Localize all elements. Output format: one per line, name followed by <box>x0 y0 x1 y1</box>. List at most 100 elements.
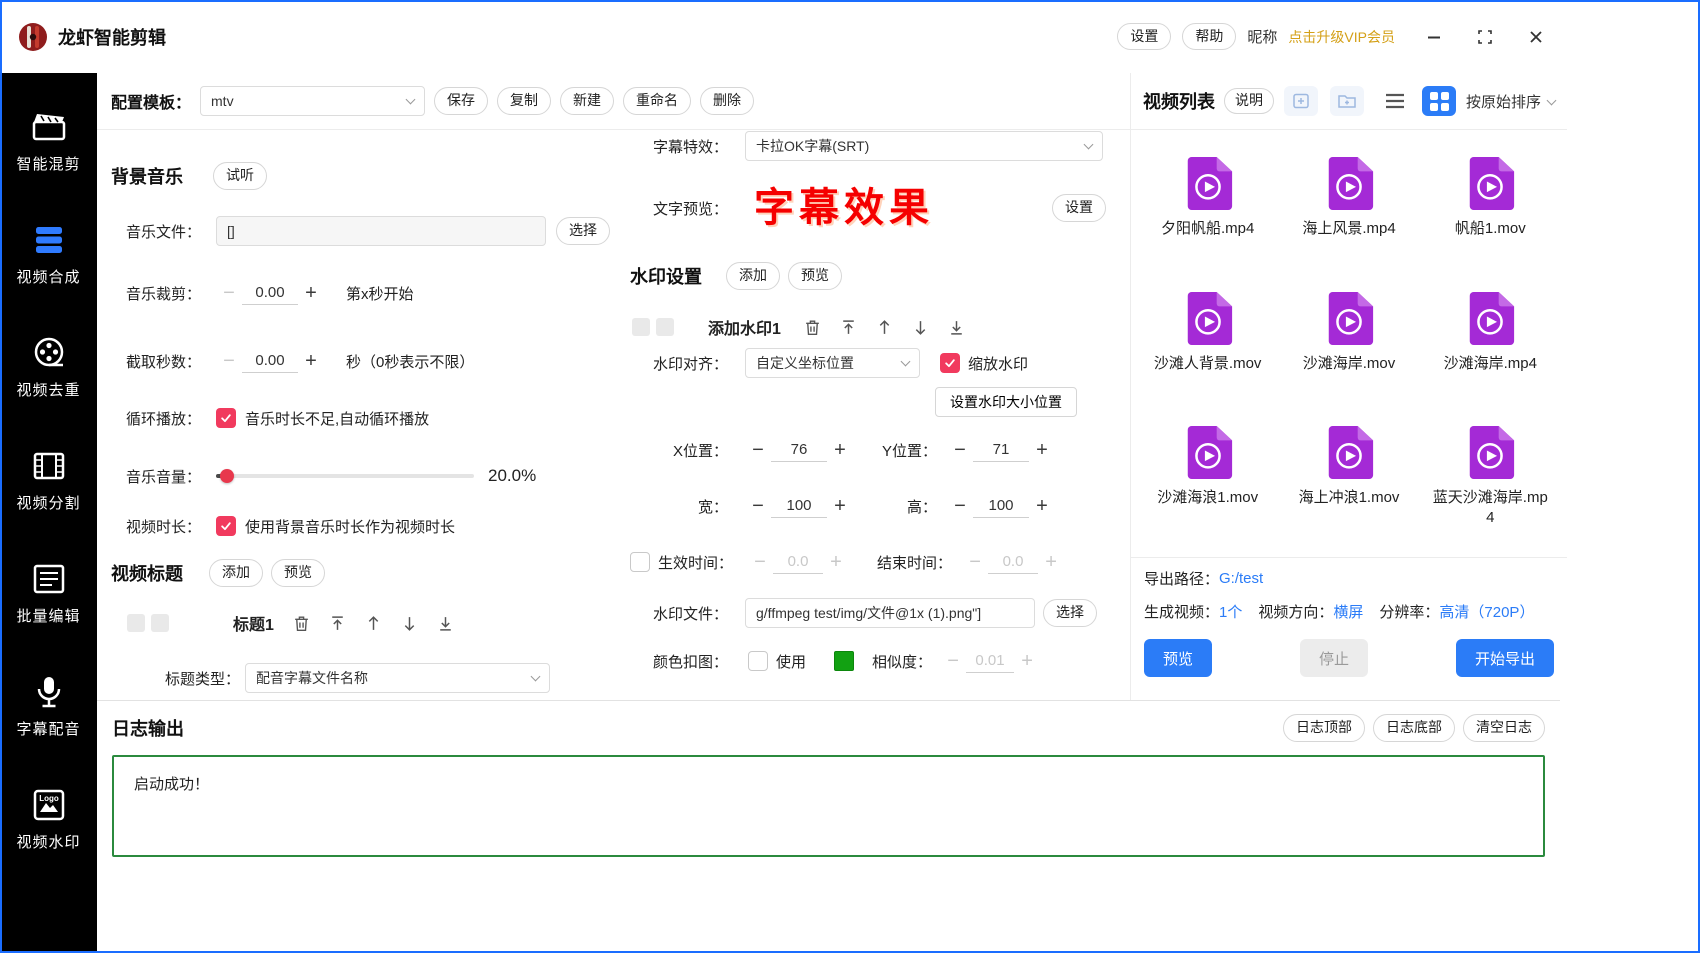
nickname-label[interactable]: 昵称 <box>1247 26 1277 47</box>
width-value[interactable]: 100 <box>771 494 827 518</box>
sidebar-item-video-compose[interactable]: 视频合成 <box>0 198 97 311</box>
music-crop-value[interactable]: 0.00 <box>242 281 298 305</box>
chroma-color-swatch[interactable] <box>834 651 855 671</box>
video-item[interactable]: 沙滩海岸.mp4 <box>1420 291 1561 374</box>
similarity-value[interactable]: 0.01 <box>966 649 1015 673</box>
video-duration-checkbox[interactable] <box>216 516 236 536</box>
maximize-button[interactable] <box>1473 25 1497 49</box>
grid-view-button[interactable] <box>1422 86 1456 116</box>
add-title-button[interactable]: 添加 <box>209 559 263 587</box>
increment-button[interactable]: + <box>1014 651 1040 671</box>
close-button[interactable] <box>1524 25 1548 49</box>
watermark-file-select-button[interactable]: 选择 <box>1043 599 1097 627</box>
rename-template-button[interactable]: 重命名 <box>623 87 692 115</box>
increment-button[interactable]: + <box>1029 440 1055 460</box>
preview-title-button[interactable]: 预览 <box>271 559 325 587</box>
increment-button[interactable]: + <box>1038 552 1064 572</box>
resolution-value[interactable]: 高清（720P） <box>1439 601 1534 622</box>
list-view-button[interactable] <box>1378 86 1412 116</box>
log-output-box[interactable]: 启动成功！ <box>112 754 1545 857</box>
watermark-file-input[interactable]: g/ffmpeg test/img/文件@1x (1).png"] <box>745 598 1035 628</box>
x-position-value[interactable]: 76 <box>771 438 827 462</box>
sidebar-item-video-dedupe[interactable]: 视频去重 <box>0 311 97 424</box>
move-to-top-icon[interactable] <box>328 614 347 633</box>
stop-button[interactable]: 停止 <box>1299 639 1368 677</box>
delete-item-icon[interactable] <box>803 318 822 337</box>
decrement-button[interactable]: − <box>216 283 242 303</box>
music-file-input[interactable]: [] <box>216 216 546 246</box>
scale-watermark-checkbox[interactable] <box>940 353 960 373</box>
volume-slider[interactable] <box>216 469 474 483</box>
move-to-bottom-icon[interactable] <box>436 614 455 633</box>
increment-button[interactable]: + <box>298 283 324 303</box>
generate-count-value[interactable]: 1个 <box>1219 601 1242 622</box>
decrement-button[interactable]: − <box>745 440 771 460</box>
new-template-button[interactable]: 新建 <box>560 87 615 115</box>
video-item[interactable]: 海上风景.mp4 <box>1278 156 1419 239</box>
video-item[interactable]: 夕阳帆船.mp4 <box>1137 156 1278 239</box>
music-file-select-button[interactable]: 选择 <box>556 217 610 245</box>
preview-watermark-button[interactable]: 预览 <box>788 262 842 290</box>
audition-button[interactable]: 试听 <box>213 162 267 190</box>
decrement-button[interactable]: − <box>747 552 773 572</box>
sort-order-select[interactable]: 按原始排序 <box>1466 91 1557 112</box>
loop-play-checkbox[interactable] <box>216 408 236 428</box>
delete-item-icon[interactable] <box>292 614 311 633</box>
move-to-bottom-icon[interactable] <box>947 318 966 337</box>
move-down-icon[interactable] <box>911 318 930 337</box>
delete-template-button[interactable]: 删除 <box>700 87 755 115</box>
save-template-button[interactable]: 保存 <box>434 87 489 115</box>
sidebar-item-batch-edit[interactable]: 批量编辑 <box>0 537 97 650</box>
y-position-value[interactable]: 71 <box>973 438 1029 462</box>
template-select[interactable]: mtv <box>200 86 426 116</box>
cut-seconds-value[interactable]: 0.00 <box>242 349 298 373</box>
increment-button[interactable]: + <box>827 440 853 460</box>
add-video-button[interactable] <box>1284 86 1318 116</box>
sidebar-item-video-watermark[interactable]: Logo 视频水印 <box>0 763 97 876</box>
log-top-button[interactable]: 日志顶部 <box>1283 714 1365 742</box>
decrement-button[interactable]: − <box>745 496 771 516</box>
video-item[interactable]: 沙滩人背景.mov <box>1137 291 1278 374</box>
sidebar-item-video-split[interactable]: 视频分割 <box>0 424 97 537</box>
sidebar-item-subtitle-dub[interactable]: 字幕配音 <box>0 650 97 763</box>
sidebar-item-smart-mix[interactable]: 智能混剪 <box>0 85 97 198</box>
add-folder-button[interactable] <box>1330 86 1364 116</box>
decrement-button[interactable]: − <box>962 552 988 572</box>
watermark-size-position-button[interactable]: 设置水印大小位置 <box>935 387 1077 417</box>
video-item[interactable]: 海上冲浪1.mov <box>1278 425 1419 527</box>
copy-template-button[interactable]: 复制 <box>497 87 552 115</box>
move-down-icon[interactable] <box>400 614 419 633</box>
video-list-info-button[interactable]: 说明 <box>1224 88 1274 114</box>
increment-button[interactable]: + <box>1029 496 1055 516</box>
effective-time-value[interactable]: 0.0 <box>773 550 824 574</box>
decrement-button[interactable]: − <box>940 651 966 671</box>
decrement-button[interactable]: − <box>947 440 973 460</box>
video-item[interactable]: 帆船1.mov <box>1420 156 1561 239</box>
end-time-value[interactable]: 0.0 <box>988 550 1039 574</box>
minimize-button[interactable] <box>1422 25 1446 49</box>
vip-upgrade-link[interactable]: 点击升级VIP会员 <box>1288 27 1395 47</box>
video-item[interactable]: 沙滩海浪1.mov <box>1137 425 1278 527</box>
clear-log-button[interactable]: 清空日志 <box>1463 714 1545 742</box>
increment-button[interactable]: + <box>823 552 849 572</box>
video-item[interactable]: 沙滩海岸.mov <box>1278 291 1419 374</box>
preview-button[interactable]: 预览 <box>1144 639 1213 677</box>
log-bottom-button[interactable]: 日志底部 <box>1373 714 1455 742</box>
move-to-top-icon[interactable] <box>839 318 858 337</box>
start-export-button[interactable]: 开始导出 <box>1455 639 1554 677</box>
move-up-icon[interactable] <box>875 318 894 337</box>
subtitle-effect-select[interactable]: 卡拉OK字幕(SRT) <box>745 131 1103 161</box>
export-path-link[interactable]: G:/test <box>1219 570 1263 587</box>
subtitle-settings-button[interactable]: 设置 <box>1052 194 1106 222</box>
decrement-button[interactable]: − <box>947 496 973 516</box>
settings-button[interactable]: 设置 <box>1117 22 1172 51</box>
video-item[interactable]: 蓝天沙滩海岸.mp4 <box>1420 425 1561 527</box>
help-button[interactable]: 帮助 <box>1182 22 1237 51</box>
decrement-button[interactable]: − <box>216 351 242 371</box>
effective-time-checkbox[interactable] <box>630 552 650 572</box>
slider-handle[interactable] <box>220 469 234 483</box>
chroma-use-checkbox[interactable] <box>748 651 768 671</box>
increment-button[interactable]: + <box>298 351 324 371</box>
orientation-value[interactable]: 横屏 <box>1333 601 1363 622</box>
watermark-align-select[interactable]: 自定义坐标位置 <box>745 348 920 378</box>
